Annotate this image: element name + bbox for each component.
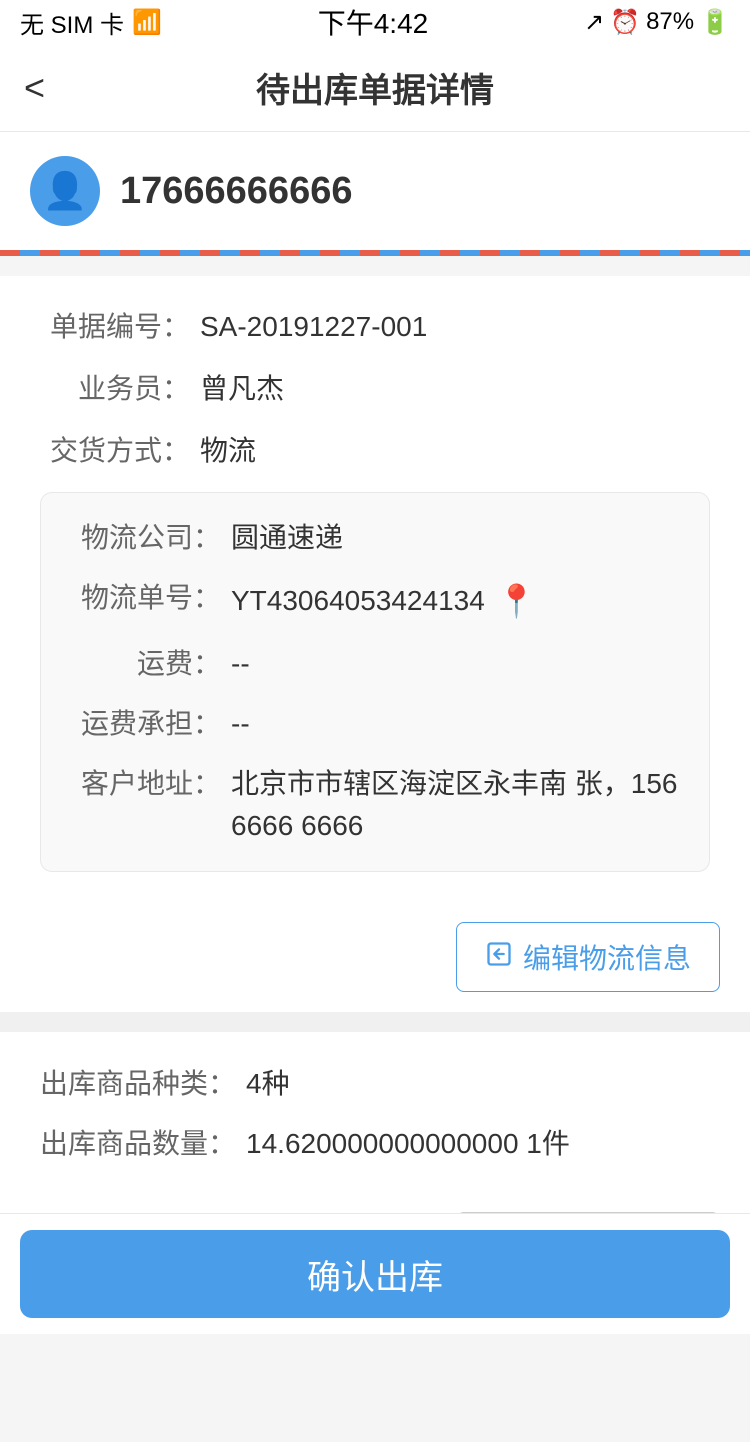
sim-text: 无 SIM 卡 <box>20 5 124 40</box>
confirm-button-label: 确认出库 <box>307 1250 443 1299</box>
goods-types-value: 4种 <box>246 1062 710 1102</box>
freight-label: 运费： <box>71 643 221 685</box>
customer-address-value: 北京市市辖区海淀区永丰南 张，156 6666 6666 <box>231 763 679 847</box>
document-info-section: 单据编号： SA-20191227-001 业务员： 曾凡杰 交货方式： 物流 … <box>0 276 750 902</box>
back-button[interactable]: < <box>24 67 45 109</box>
goods-types-row: 出库商品种类： 4种 <box>40 1062 710 1102</box>
logistics-company-row: 物流公司： 圆通速递 <box>71 517 679 559</box>
status-bar-left: 无 SIM 卡 📶 <box>20 5 162 40</box>
sales-person-label: 业务员： <box>40 368 190 410</box>
status-bar: 无 SIM 卡 📶 下午4:42 ↗ ⏰ 87% 🔋 <box>0 0 750 44</box>
goods-types-label: 出库商品种类： <box>40 1062 236 1102</box>
sales-person-row: 业务员： 曾凡杰 <box>40 368 710 410</box>
edit-logistics-button[interactable]: 编辑物流信息 <box>456 922 720 992</box>
freight-bearer-label: 运费承担： <box>71 703 221 745</box>
goods-quantity-value: 14.620000000000000 1件 <box>246 1122 710 1162</box>
customer-address-label: 客户地址： <box>71 763 221 805</box>
page-title: 待出库单据详情 <box>256 63 494 112</box>
freight-bearer-value: -- <box>231 703 679 745</box>
wifi-icon: 📶 <box>132 8 162 37</box>
alarm-icon: ⏰ <box>610 8 640 37</box>
logistics-company-value: 圆通速递 <box>231 517 679 559</box>
goods-section: 出库商品种类： 4种 出库商品数量： 14.620000000000000 1件 <box>0 1032 750 1192</box>
customer-phone: 17666666666 <box>120 170 352 213</box>
user-icon: 👤 <box>43 170 88 212</box>
customer-section: 👤 17666666666 <box>0 132 750 250</box>
document-number-value: SA-20191227-001 <box>200 306 710 348</box>
logistics-card: 物流公司： 圆通速递 物流单号： YT43064053424134 📍 运费： … <box>40 492 710 872</box>
goods-quantity-row: 出库商品数量： 14.620000000000000 1件 <box>40 1122 710 1162</box>
logistics-company-label: 物流公司： <box>71 517 221 559</box>
delivery-method-value: 物流 <box>200 430 710 472</box>
document-number-label: 单据编号： <box>40 306 190 348</box>
location-icon: ↗ <box>584 8 604 37</box>
delivery-method-row: 交货方式： 物流 <box>40 430 710 472</box>
sales-person-value: 曾凡杰 <box>200 368 710 410</box>
freight-value: -- <box>231 643 679 685</box>
edit-logistics-label: 编辑物流信息 <box>523 937 691 977</box>
confirm-button[interactable]: 确认出库 <box>20 1230 730 1318</box>
edit-icon <box>485 940 513 975</box>
edit-logistics-row: 编辑物流信息 <box>0 902 750 1012</box>
document-number-row: 单据编号： SA-20191227-001 <box>40 306 710 348</box>
status-bar-time: 下午4:42 <box>318 2 429 42</box>
battery-icon: 🔋 <box>700 8 730 37</box>
bottom-area: 确认出库 <box>0 1213 750 1334</box>
section-divider <box>0 1012 750 1032</box>
battery-text: 87% <box>646 8 694 36</box>
nav-bar: < 待出库单据详情 <box>0 44 750 132</box>
dashed-separator <box>0 250 750 256</box>
logistics-tracking-value: YT43064053424134 📍 <box>231 577 679 625</box>
avatar: 👤 <box>30 156 100 226</box>
freight-bearer-row: 运费承担： -- <box>71 703 679 745</box>
delivery-method-label: 交货方式： <box>40 430 190 472</box>
location-pin-icon[interactable]: 📍 <box>497 577 537 625</box>
customer-address-row: 客户地址： 北京市市辖区海淀区永丰南 张，156 6666 6666 <box>71 763 679 847</box>
logistics-tracking-label: 物流单号： <box>71 577 221 619</box>
goods-quantity-label: 出库商品数量： <box>40 1122 236 1162</box>
status-bar-right: ↗ ⏰ 87% 🔋 <box>584 8 730 37</box>
logistics-tracking-row: 物流单号： YT43064053424134 📍 <box>71 577 679 625</box>
freight-row: 运费： -- <box>71 643 679 685</box>
